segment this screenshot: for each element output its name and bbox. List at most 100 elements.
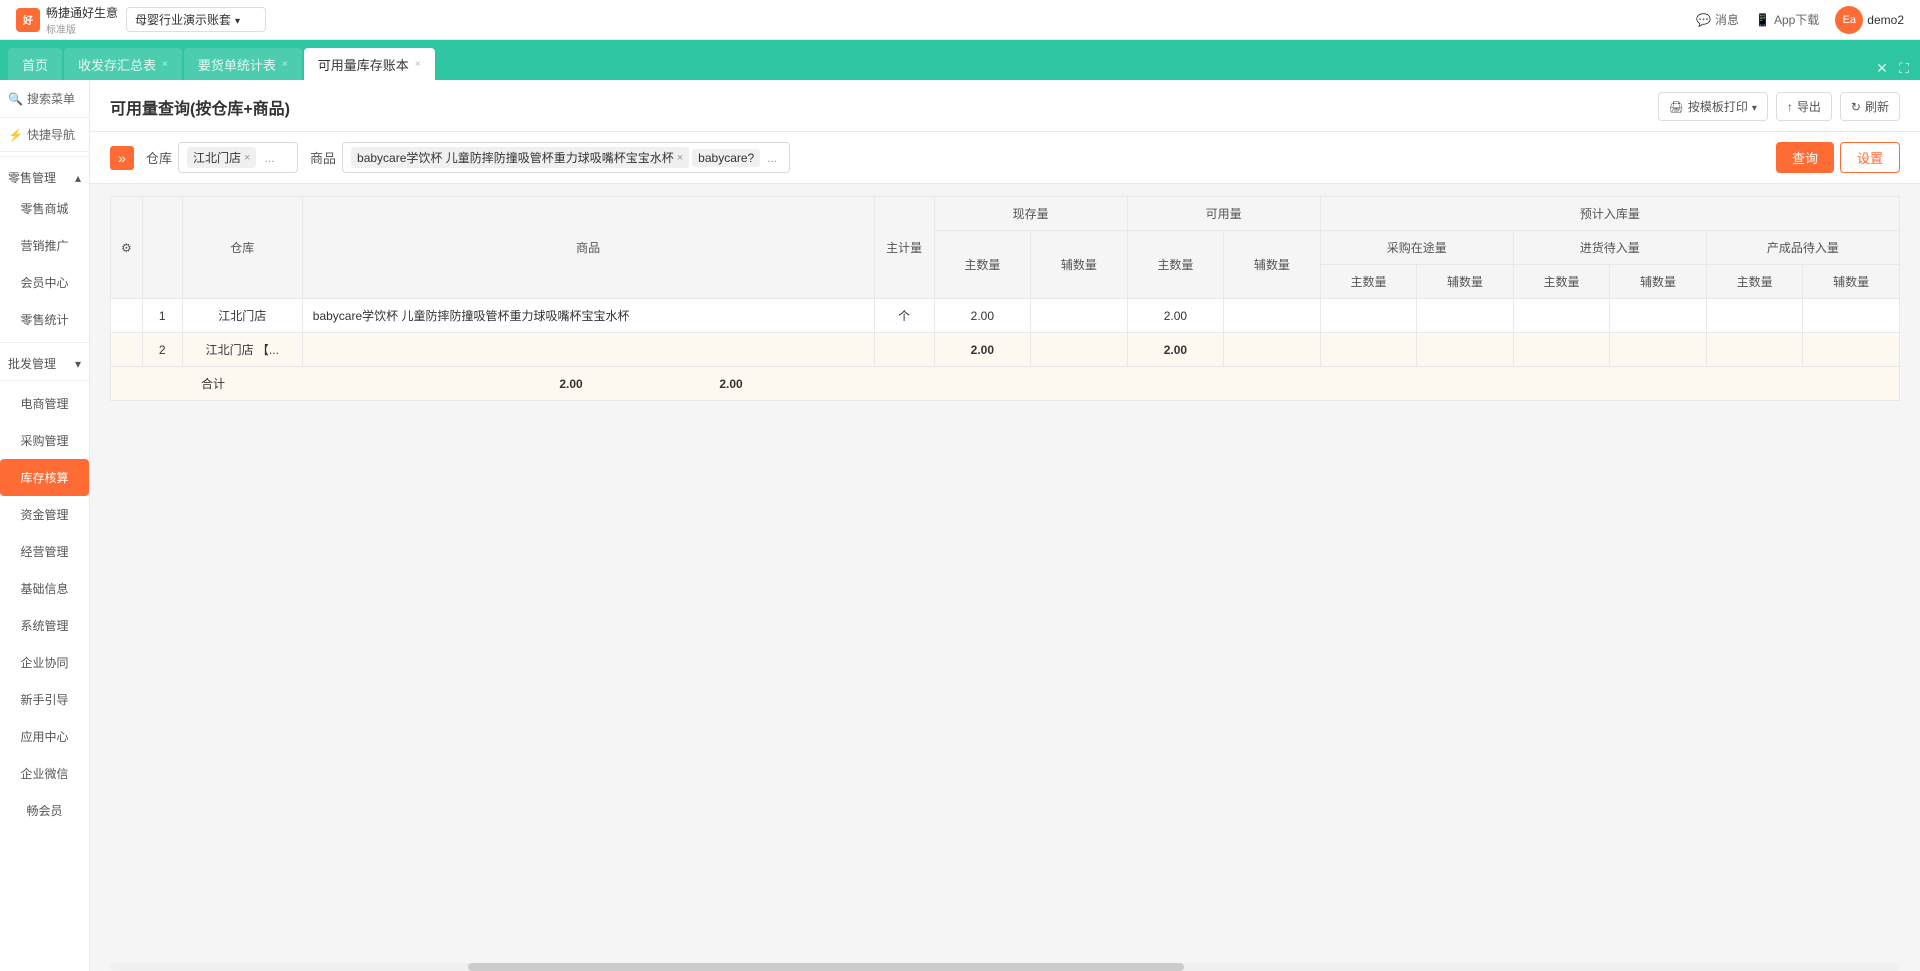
row2-pur-trans-main (1320, 333, 1417, 367)
export-button[interactable]: ↑ 导出 (1776, 92, 1832, 121)
industry-select[interactable]: 母婴行业演示账套 (126, 7, 266, 32)
th-current-stock: 现存量 (934, 197, 1127, 231)
tab-receive[interactable]: 收发存汇总表 × (64, 48, 182, 80)
app-download-button[interactable]: 📱 App下载 (1755, 11, 1819, 28)
sidebar-item-retail-mall[interactable]: 零售商城 (0, 190, 89, 227)
main-layout: 🔍 搜索菜单 ⚡ 快捷导航 零售管理 ▴ 零售商城 营销推广 会员中心 零售统计… (0, 80, 1920, 971)
top-bar-left: 好 畅捷通好生意 标准版 母婴行业演示账套 (16, 4, 266, 36)
sidebar-item-collab[interactable]: 企业协同 (0, 644, 89, 681)
th-product-pending: 产成品待入量 (1706, 231, 1899, 265)
close-window-button[interactable]: ✕ (1874, 60, 1890, 76)
th-purchase-transit: 采购在途量 (1320, 231, 1513, 265)
row2-inb-pend-main (1513, 333, 1610, 367)
sidebar-quick-nav-label: 快捷导航 (27, 126, 75, 143)
sidebar-item-appstore[interactable]: 应用中心 (0, 718, 89, 755)
tab-order-stats-label: 要货单统计表 (198, 55, 276, 74)
sidebar-item-purchase[interactable]: 采购管理 (0, 422, 89, 459)
sidebar-business-label: 经营管理 (8, 543, 81, 560)
user-profile[interactable]: Ea demo2 (1835, 6, 1904, 34)
logo-area: 好 畅捷通好生意 标准版 (16, 4, 118, 36)
sidebar-item-finance[interactable]: 资金管理 (0, 496, 89, 533)
sidebar-item-business[interactable]: 经营管理 (0, 533, 89, 570)
sidebar-search[interactable]: 🔍 搜索菜单 (0, 80, 89, 118)
tab-home[interactable]: 首页 (8, 48, 62, 80)
message-button[interactable]: 💬 消息 (1696, 11, 1739, 28)
settings-button[interactable]: 设置 (1840, 142, 1900, 173)
tab-receive-close[interactable]: × (162, 59, 168, 70)
sidebar-item-wecom[interactable]: 企业微信 (0, 755, 89, 792)
th-prod-main: 主数量 (1706, 265, 1803, 299)
row2-stock-main: 2.00 (934, 333, 1031, 367)
sidebar-item-system[interactable]: 系统管理 (0, 607, 89, 644)
export-icon: ↑ (1787, 100, 1793, 114)
content-area: 可用量查询(按仓库+商品) 🖨 按模板打印 ↑ 导出 ↻ 刷新 (90, 80, 1920, 971)
tab-available-stock-close[interactable]: × (415, 59, 421, 70)
warehouse-tag: 江北门店 × (187, 147, 256, 168)
sidebar-item-ecommerce[interactable]: 电商管理 (0, 385, 89, 422)
row1-settings[interactable] (111, 299, 143, 333)
warehouse-filter-label: 仓库 (146, 148, 172, 167)
sidebar-item-member-center[interactable]: 会员中心 (0, 264, 89, 301)
table-row: 2 江北门店 【... 2.00 2.00 (111, 333, 1900, 367)
product-filter-dots[interactable]: ... (763, 151, 781, 165)
sidebar-basic-info-label: 基础信息 (8, 580, 81, 597)
query-button[interactable]: 查询 (1776, 142, 1834, 173)
nav-icon: ⚡ (8, 128, 23, 142)
row1-prod-pend-main (1706, 299, 1803, 333)
tab-available-stock[interactable]: 可用量库存账本 × (304, 48, 435, 80)
sidebar-item-newbie[interactable]: 新手引导 (0, 681, 89, 718)
row1-num: 1 (142, 299, 182, 333)
row1-pur-trans-main (1320, 299, 1417, 333)
tab-order-stats-close[interactable]: × (282, 59, 288, 70)
warehouse-tag-remove[interactable]: × (244, 152, 250, 164)
sidebar-item-marketing[interactable]: 营销推广 (0, 227, 89, 264)
sidebar-appstore-label: 应用中心 (8, 728, 81, 745)
logo-text-area: 畅捷通好生意 标准版 (46, 4, 118, 36)
warehouse-filter-input[interactable]: 江北门店 × ... (178, 142, 298, 173)
product-tag-2-text: babycare? (698, 151, 754, 165)
tab-order-stats[interactable]: 要货单统计表 × (184, 48, 302, 80)
maximize-window-button[interactable]: ⛶ (1896, 60, 1912, 76)
th-stock-main: 主数量 (934, 231, 1031, 299)
sidebar-item-wholesale-management[interactable]: 批发管理 ▾ (0, 347, 89, 376)
chevron-up-icon: ▴ (75, 171, 81, 185)
tab-home-label: 首页 (22, 55, 48, 74)
sidebar-item-inventory[interactable]: 库存核算 (0, 459, 89, 496)
sidebar-item-retail-stats[interactable]: 零售统计 (0, 301, 89, 338)
horizontal-scrollbar[interactable] (110, 963, 1900, 971)
row2-prod-pend-aux (1803, 333, 1900, 367)
th-inb-aux: 辅数量 (1610, 265, 1707, 299)
warehouse-filter-dots[interactable]: ... (260, 151, 278, 165)
template-print-chevron (1752, 100, 1757, 114)
divider-3 (0, 380, 89, 381)
scroll-thumb[interactable] (468, 963, 1184, 971)
product-filter-input[interactable]: babycare学饮杯 儿童防摔防撞吸管杯重力球吸嘴杯宝宝水杯 × babyca… (342, 142, 790, 173)
row2-num: 2 (142, 333, 182, 367)
product-tag-1-remove[interactable]: × (677, 152, 683, 164)
refresh-button[interactable]: ↻ 刷新 (1840, 92, 1900, 121)
page-actions: 🖨 按模板打印 ↑ 导出 ↻ 刷新 (1658, 92, 1900, 121)
sidebar-quick-nav[interactable]: ⚡ 快捷导航 (0, 118, 89, 152)
th-planned-inbound: 预计入库量 (1320, 197, 1899, 231)
th-warehouse: 仓库 (182, 197, 302, 299)
chevron-down-icon (235, 13, 240, 27)
sidebar-retail-stats-label: 零售统计 (8, 311, 81, 328)
sidebar-item-vip-member[interactable]: 畅会员 (0, 792, 89, 829)
sidebar-retail-mall-label: 零售商城 (8, 200, 81, 217)
sidebar-marketing-label: 营销推广 (8, 237, 81, 254)
th-num (142, 197, 182, 299)
tab-bar: 首页 收发存汇总表 × 要货单统计表 × 可用量库存账本 × ✕ ⛶ (0, 40, 1920, 80)
th-settings[interactable]: ⚙ (111, 197, 143, 299)
sidebar-wholesale-label: 批发管理 (8, 355, 56, 372)
sidebar-item-retail-management[interactable]: 零售管理 ▴ (0, 161, 89, 190)
template-print-button[interactable]: 🖨 按模板打印 (1658, 92, 1768, 121)
filter-expand-button[interactable]: » (110, 146, 134, 170)
sidebar-item-basic-info[interactable]: 基础信息 (0, 570, 89, 607)
logo-sub: 标准版 (46, 21, 118, 36)
refresh-icon: ↻ (1851, 100, 1861, 114)
export-label: 导出 (1797, 98, 1821, 115)
row1-product: babycare学饮杯 儿童防摔防撞吸管杯重力球吸嘴杯宝宝水杯 (302, 299, 874, 333)
row2-settings[interactable] (111, 333, 143, 367)
avatar-text: Ea (1843, 14, 1856, 26)
logo-icon: 好 (16, 8, 40, 32)
